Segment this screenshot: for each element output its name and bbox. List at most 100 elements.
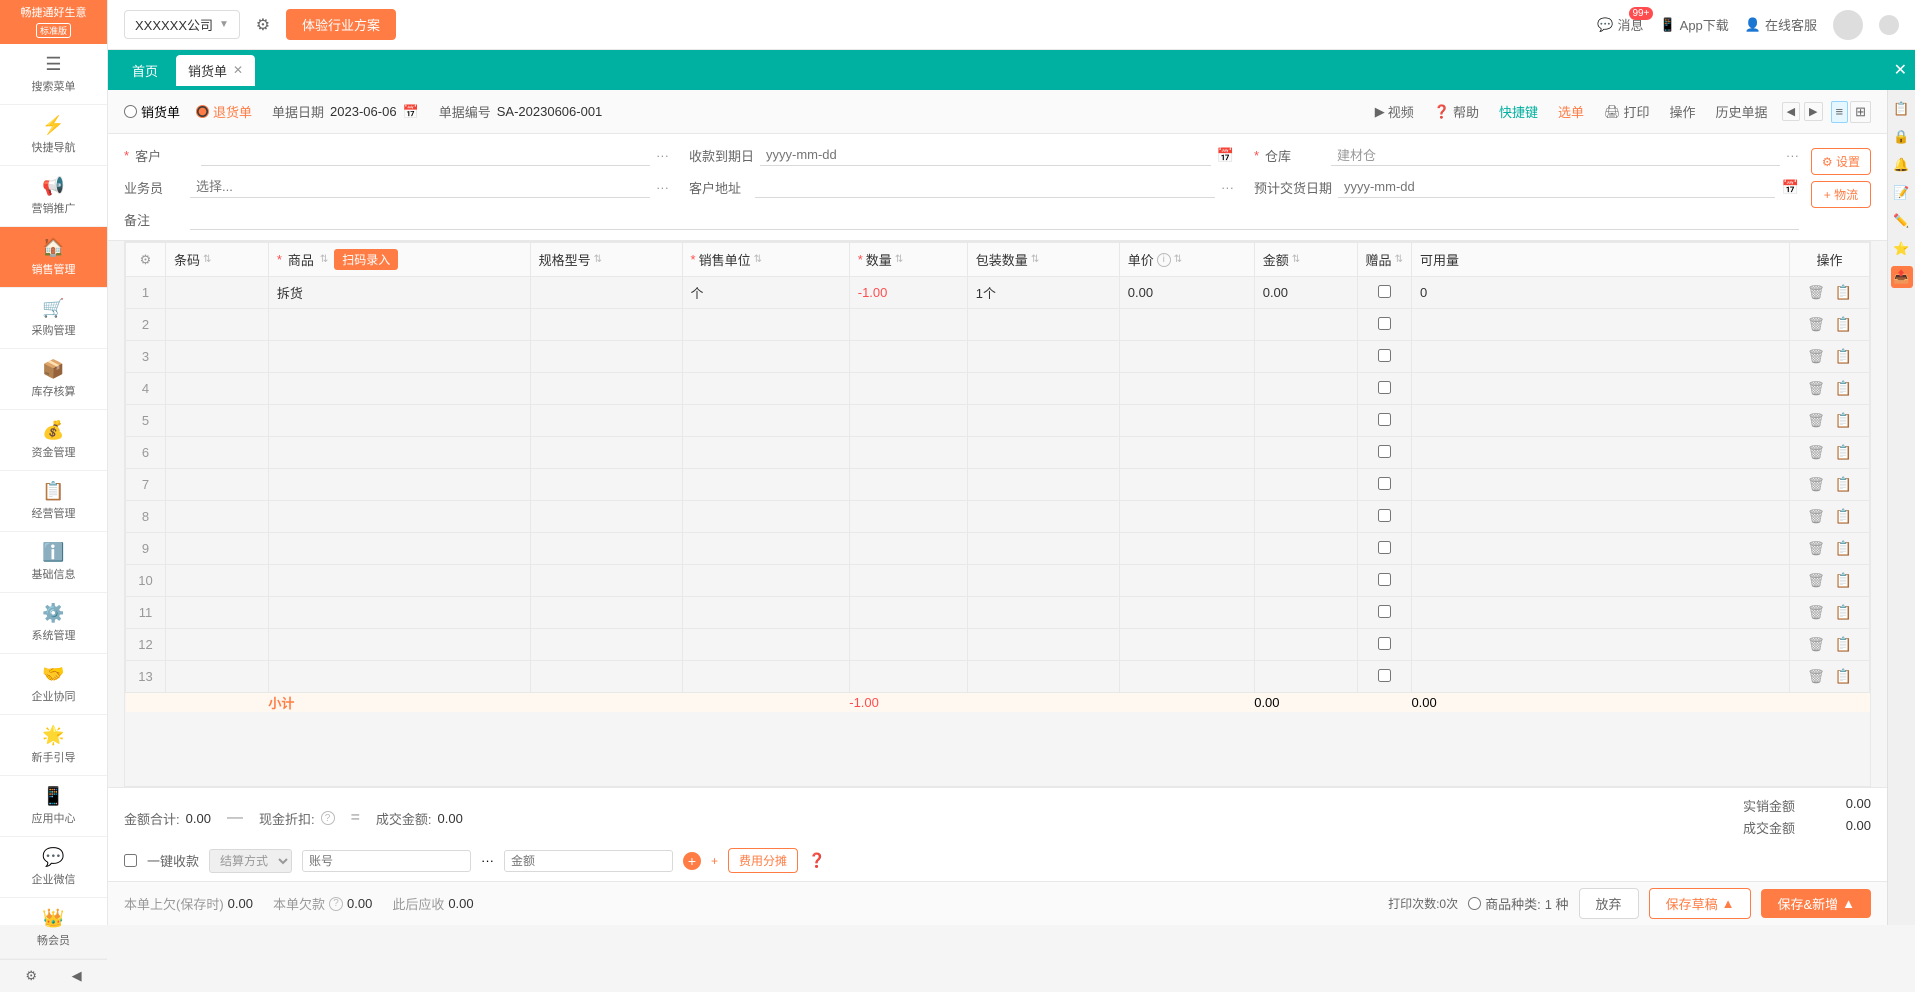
row-delete-icon[interactable]: 🗑 [1804, 668, 1828, 684]
row-unit-price[interactable] [1119, 533, 1254, 565]
right-tool-clipboard[interactable]: 📋 [1891, 98, 1913, 120]
sidebar-item-vip-member[interactable]: 👑 畅会员 [0, 898, 107, 959]
account-more-icon[interactable]: ··· [481, 853, 494, 868]
save-draft-button[interactable]: 保存草稿 ▲ [1649, 888, 1752, 919]
sidebar-item-ops-mgmt[interactable]: 📋 经营管理 [0, 471, 107, 532]
sidebar-item-marketing[interactable]: 📢 营销推广 [0, 166, 107, 227]
row-product[interactable] [268, 405, 530, 437]
row-delete-icon[interactable]: 🗑 [1804, 508, 1828, 524]
row-pkg-qty[interactable]: 1个 [967, 277, 1119, 309]
scan-barcode-button[interactable]: 扫码录入 [334, 249, 398, 270]
row-copy-icon[interactable]: 📋 [1831, 412, 1854, 428]
address-more-icon[interactable]: ··· [1221, 180, 1234, 195]
warehouse-more-icon[interactable]: ··· [1786, 148, 1799, 163]
row-gift[interactable] [1357, 661, 1411, 693]
row-copy-icon[interactable]: 📋 [1831, 348, 1854, 364]
row-unit[interactable] [682, 469, 849, 501]
customer-more-icon[interactable]: ··· [656, 148, 669, 163]
arrears-info-icon[interactable]: ? [329, 897, 343, 911]
row-delete-icon[interactable]: 🗑 [1804, 604, 1828, 620]
row-barcode[interactable] [166, 309, 269, 341]
account-input[interactable] [302, 850, 471, 872]
row-gift[interactable] [1357, 501, 1411, 533]
row-qty[interactable] [849, 469, 967, 501]
row-pkg-qty[interactable] [967, 309, 1119, 341]
row-qty[interactable] [849, 373, 967, 405]
logistics-side-button[interactable]: + 物流 [1811, 181, 1871, 208]
row-amount[interactable] [1254, 565, 1357, 597]
expected-delivery-picker-icon[interactable]: 📅 [1781, 179, 1798, 196]
row-pkg-qty[interactable] [967, 661, 1119, 693]
shortcut-btn[interactable]: 快捷键 [1493, 100, 1544, 123]
row-product[interactable] [268, 533, 530, 565]
row-spec[interactable] [530, 437, 682, 469]
header-settings-button[interactable]: ⚙ [248, 10, 278, 40]
row-product[interactable] [268, 629, 530, 661]
sidebar-item-purchase-mgmt[interactable]: 🛒 采购管理 [0, 288, 107, 349]
row-spec[interactable] [530, 373, 682, 405]
due-date-input[interactable] [760, 144, 1211, 166]
row-amount[interactable]: 0.00 [1254, 277, 1357, 309]
row-copy-icon[interactable]: 📋 [1831, 540, 1854, 556]
row-qty[interactable] [849, 597, 967, 629]
sidebar-item-basic-info[interactable]: ℹ️ 基础信息 [0, 532, 107, 593]
row-barcode[interactable] [166, 565, 269, 597]
row-gift[interactable] [1357, 373, 1411, 405]
trial-button[interactable]: 体验行业方案 [286, 9, 396, 40]
row-spec[interactable] [530, 469, 682, 501]
row-unit[interactable] [682, 405, 849, 437]
row-unit-price[interactable] [1119, 373, 1254, 405]
row-delete-icon[interactable]: 🗑 [1804, 636, 1828, 652]
row-pkg-qty[interactable] [967, 341, 1119, 373]
row-amount[interactable] [1254, 373, 1357, 405]
row-product[interactable] [268, 565, 530, 597]
row-delete-icon[interactable]: 🗑 [1804, 540, 1828, 556]
row-barcode[interactable] [166, 373, 269, 405]
warehouse-input[interactable] [1331, 144, 1780, 166]
radio-sales-input[interactable] [124, 105, 137, 118]
row-pkg-qty[interactable] [967, 405, 1119, 437]
amount-input[interactable] [504, 850, 673, 872]
right-tool-export[interactable]: 📤 [1891, 266, 1913, 288]
row-copy-icon[interactable]: 📋 [1831, 604, 1854, 620]
row-product[interactable] [268, 309, 530, 341]
row-unit-price[interactable] [1119, 405, 1254, 437]
right-tool-edit[interactable]: ✏️ [1891, 210, 1913, 232]
product-kind[interactable]: 商品种类: 1 种 [1468, 894, 1568, 913]
row-spec[interactable] [530, 597, 682, 629]
user-avatar[interactable] [1833, 10, 1863, 40]
row-unit[interactable] [682, 533, 849, 565]
row-gift[interactable] [1357, 437, 1411, 469]
sidebar-item-sales-mgmt[interactable]: 🏠 销售管理 [0, 227, 107, 288]
row-gift[interactable] [1357, 597, 1411, 629]
row-delete-icon[interactable]: 🗑 [1804, 476, 1828, 492]
radio-return-input[interactable] [196, 105, 209, 118]
online-service-button[interactable]: 👤 在线客服 [1745, 15, 1817, 34]
next-arrow[interactable]: ▶ [1804, 102, 1822, 121]
row-qty[interactable] [849, 661, 967, 693]
row-spec[interactable] [530, 341, 682, 373]
row-spec[interactable] [530, 309, 682, 341]
expense-split-button[interactable]: 费用分摊 [728, 848, 798, 873]
row-gift[interactable] [1357, 533, 1411, 565]
row-pkg-qty[interactable] [967, 629, 1119, 661]
row-barcode[interactable] [166, 597, 269, 629]
remark-input[interactable] [190, 208, 1799, 230]
row-amount[interactable] [1254, 309, 1357, 341]
row-product[interactable]: 拆货 [268, 277, 530, 309]
row-unit-price[interactable] [1119, 501, 1254, 533]
save-new-button[interactable]: 保存&新增 ▲ [1761, 889, 1871, 918]
row-product[interactable] [268, 341, 530, 373]
row-amount[interactable] [1254, 597, 1357, 629]
row-product[interactable] [268, 469, 530, 501]
row-barcode[interactable] [166, 405, 269, 437]
help-btn[interactable]: ❓ 帮助 [1428, 100, 1485, 123]
th-gear[interactable]: ⚙ [126, 243, 166, 277]
product-kind-radio[interactable] [1468, 897, 1481, 910]
salesperson-more-icon[interactable]: ··· [656, 180, 669, 195]
history-btn[interactable]: 历史单据 [1710, 100, 1774, 123]
row-delete-icon[interactable]: 🗑 [1804, 348, 1828, 364]
row-product[interactable] [268, 373, 530, 405]
table-settings-icon[interactable]: ⚙ [140, 252, 152, 267]
row-pkg-qty[interactable] [967, 469, 1119, 501]
